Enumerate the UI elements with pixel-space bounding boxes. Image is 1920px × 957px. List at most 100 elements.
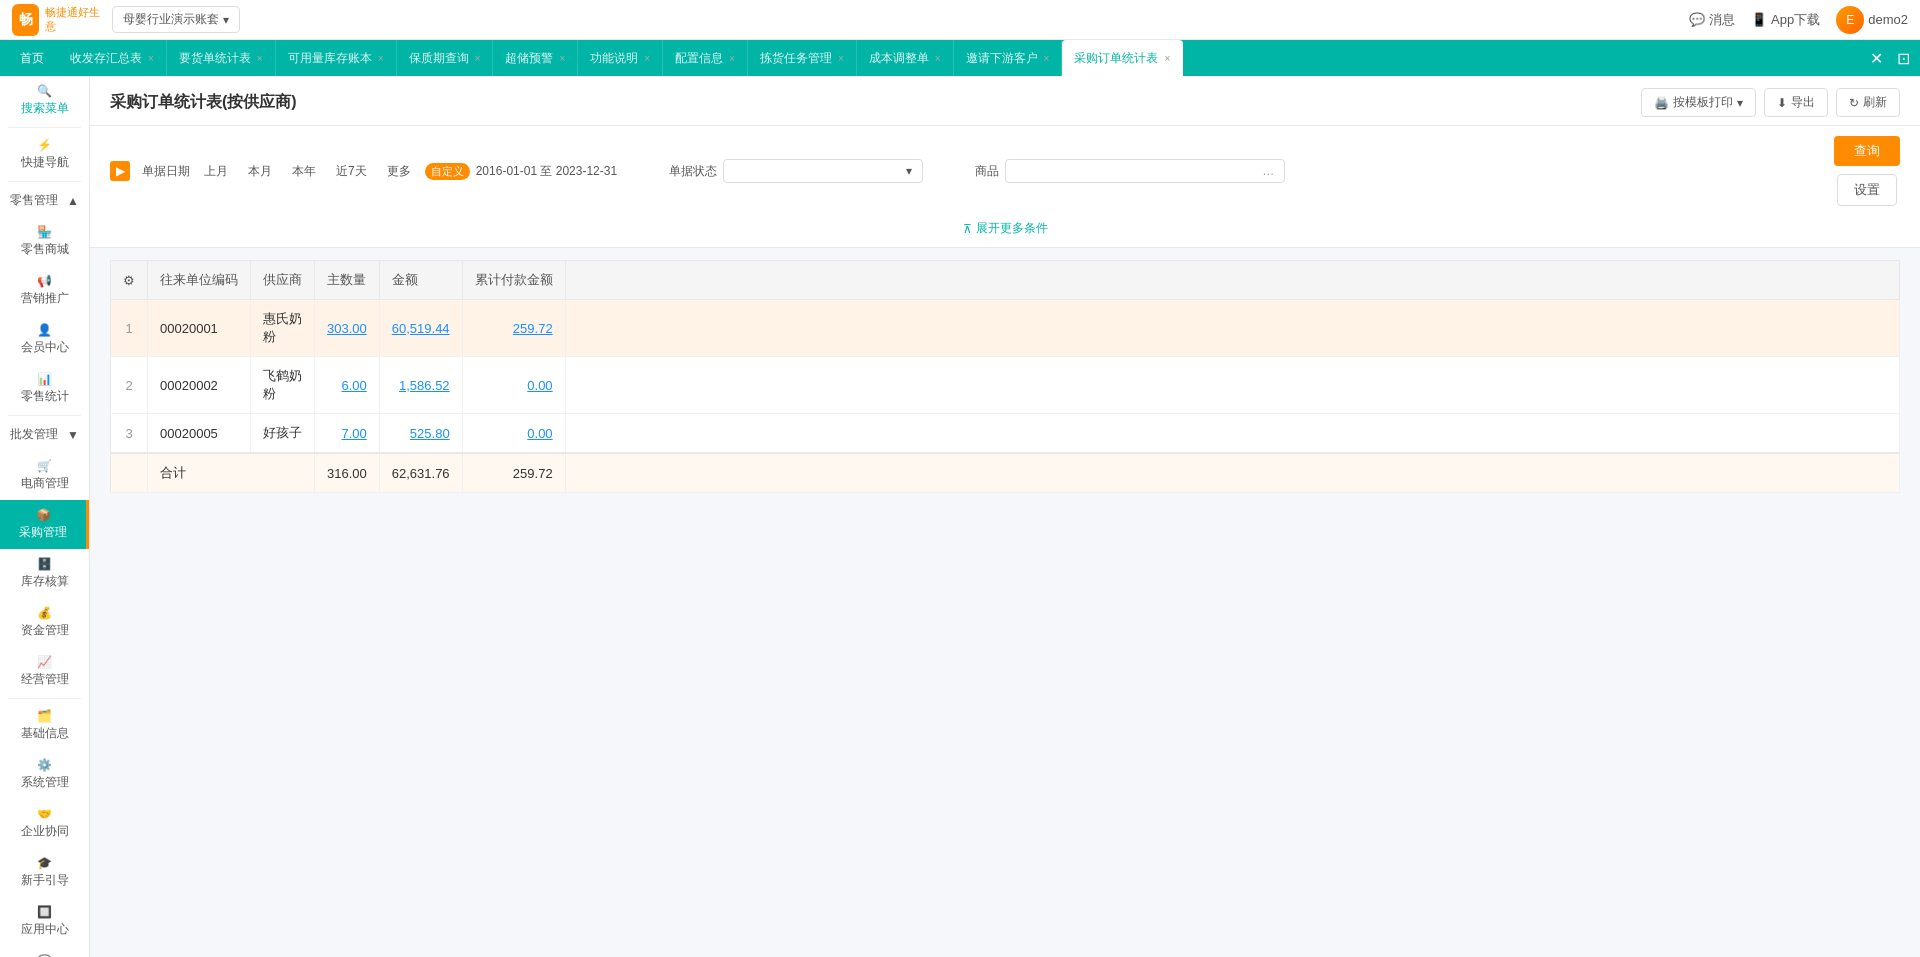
query-button[interactable]: 查询 [1834, 136, 1900, 166]
sidebar-item-purchase[interactable]: 📦 采购管理 [0, 500, 89, 549]
sidebar-item-base-info[interactable]: 🗂️ 基础信息 [0, 701, 89, 750]
sidebar-item-retail-stats[interactable]: 📊 零售统计 [0, 364, 89, 413]
row-code: 00020005 [148, 414, 251, 454]
close-icon[interactable]: × [378, 53, 384, 64]
print-button[interactable]: 🖨️ 按模板打印 ▾ [1641, 88, 1756, 117]
ecommerce-icon: 🛒 [37, 459, 52, 473]
tab-收发存汇总表[interactable]: 收发存汇总表 × [58, 40, 167, 76]
sidebar-item-search[interactable]: 🔍 搜索菜单 [0, 76, 89, 125]
app-download-label: App下载 [1771, 11, 1820, 29]
tab-成本调整单[interactable]: 成本调整单 × [857, 40, 954, 76]
tab-close-all-icon[interactable]: ✕ [1866, 49, 1887, 68]
th-amount: 金额 [379, 261, 462, 300]
phone-icon: 📱 [1751, 12, 1767, 27]
close-icon[interactable]: × [257, 53, 263, 64]
sidebar-item-guide[interactable]: 🎓 新手引导 [0, 848, 89, 897]
tab-配置信息[interactable]: 配置信息 × [663, 40, 748, 76]
filter-row-1: ▶ 单据日期 上月 本月 本年 近7天 更多 自定义 2016-01-01 至 … [110, 136, 1900, 206]
sidebar-item-member[interactable]: 👤 会员中心 [0, 315, 89, 364]
goods-input[interactable]: … [1005, 159, 1285, 183]
footer-qty: 316.00 [315, 453, 380, 493]
sidebar-item-marketing[interactable]: 📢 营销推广 [0, 266, 89, 315]
tab-expand-icon[interactable]: ⊡ [1893, 49, 1914, 68]
date-shortcuts: 上月 本月 本年 近7天 更多 [196, 161, 419, 182]
finance-icon: 💰 [37, 606, 52, 620]
tab-邀请下游客户[interactable]: 邀请下游客户 × [954, 40, 1063, 76]
filter-area: ▶ 单据日期 上月 本月 本年 近7天 更多 自定义 2016-01-01 至 … [90, 126, 1920, 248]
sidebar-item-operations[interactable]: 📈 经营管理 [0, 647, 89, 696]
shortcut-more[interactable]: 更多 [379, 161, 419, 182]
member-icon: 👤 [37, 323, 52, 337]
expand-more-button[interactable]: ⊼ 展开更多条件 [963, 220, 1048, 237]
sidebar-item-wholesale[interactable]: 批发管理 ▼ [0, 418, 89, 451]
export-button[interactable]: ⬇ 导出 [1764, 88, 1828, 117]
row-paid[interactable]: 259.72 [462, 300, 565, 357]
sidebar-item-system[interactable]: ⚙️ 系统管理 [0, 750, 89, 799]
table-row[interactable]: 2 00020002 飞鹤奶粉 6.00 1,586.52 0.00 [111, 357, 1900, 414]
message-button[interactable]: 💬 消息 [1689, 11, 1735, 29]
filter-expand-arrow[interactable]: ▶ [110, 161, 130, 181]
row-amount[interactable]: 525.80 [379, 414, 462, 454]
sidebar-divider-2 [8, 181, 81, 182]
tab-要货单统计表[interactable]: 要货单统计表 × [167, 40, 276, 76]
row-qty[interactable]: 303.00 [315, 300, 380, 357]
marketing-icon: 📢 [37, 274, 52, 288]
table-footer-row: 合计 316.00 62,631.76 259.72 [111, 453, 1900, 493]
tab-采购订单统计表[interactable]: 采购订单统计表 × [1062, 40, 1183, 76]
inventory-icon: 🗄️ [37, 557, 52, 571]
tab-可用量库存账本[interactable]: 可用量库存账本 × [276, 40, 397, 76]
sidebar-item-ecommerce[interactable]: 🛒 电商管理 [0, 451, 89, 500]
shortcut-last-month[interactable]: 上月 [196, 161, 236, 182]
sidebar-item-quick-nav[interactable]: ⚡ 快捷导航 [0, 130, 89, 179]
row-amount[interactable]: 60,519.44 [379, 300, 462, 357]
main-layout: 🔍 搜索菜单 ⚡ 快捷导航 零售管理 ▲ 🏪 零售商城 📢 营销推广 👤 会员中… [0, 76, 1920, 957]
shortcut-this-year[interactable]: 本年 [284, 161, 324, 182]
sidebar-item-finance[interactable]: 💰 资金管理 [0, 598, 89, 647]
logo-text: 畅捷通好生意 [45, 6, 102, 32]
avatar: E [1836, 6, 1864, 34]
logo-abbr: 畅 [19, 11, 33, 29]
close-icon[interactable]: × [838, 53, 844, 64]
row-code: 00020002 [148, 357, 251, 414]
refresh-button[interactable]: ↻ 刷新 [1836, 88, 1900, 117]
gear-icon[interactable]: ⚙ [123, 273, 135, 288]
close-icon[interactable]: × [935, 53, 941, 64]
tab-功能说明[interactable]: 功能说明 × [578, 40, 663, 76]
settings-button[interactable]: 设置 [1837, 174, 1897, 206]
sidebar-item-retail-shop[interactable]: 🏪 零售商城 [0, 217, 89, 266]
sidebar-item-appcenter[interactable]: 🔲 应用中心 [0, 897, 89, 946]
sidebar-item-collab[interactable]: 🤝 企业协同 [0, 799, 89, 848]
logo-area: 畅 畅捷通好生意 [12, 4, 102, 36]
row-qty[interactable]: 7.00 [315, 414, 380, 454]
app-download-button[interactable]: 📱 App下载 [1751, 11, 1820, 29]
user-profile[interactable]: E demo2 [1836, 6, 1908, 34]
table-row[interactable]: 1 00020001 惠氏奶粉 303.00 60,519.44 259.72 [111, 300, 1900, 357]
table-row[interactable]: 3 00020005 好孩子 7.00 525.80 0.00 [111, 414, 1900, 454]
row-qty[interactable]: 6.00 [315, 357, 380, 414]
close-icon[interactable]: × [644, 53, 650, 64]
tab-超储预警[interactable]: 超储预警 × [493, 40, 578, 76]
shortcut-7days[interactable]: 近7天 [328, 161, 375, 182]
close-icon[interactable]: × [729, 53, 735, 64]
close-icon[interactable]: × [475, 53, 481, 64]
tab-保质期查询[interactable]: 保质期查询 × [397, 40, 494, 76]
close-icon[interactable]: × [148, 53, 154, 64]
row-paid[interactable]: 0.00 [462, 357, 565, 414]
footer-amount: 62,631.76 [379, 453, 462, 493]
sidebar-item-retail-mgmt[interactable]: 零售管理 ▲ [0, 184, 89, 217]
date-range: 2016-01-01 至 2023-12-31 [476, 163, 617, 180]
tab-拣货任务管理[interactable]: 拣货任务管理 × [748, 40, 857, 76]
close-icon[interactable]: × [1164, 53, 1170, 64]
workspace-selector[interactable]: 母婴行业演示账套 ▾ [112, 6, 240, 33]
row-paid[interactable]: 0.00 [462, 414, 565, 454]
close-icon[interactable]: × [559, 53, 565, 64]
status-select[interactable]: ▾ [723, 159, 923, 183]
tab-home[interactable]: 首页 [6, 40, 58, 76]
close-icon[interactable]: × [1044, 53, 1050, 64]
export-icon: ⬇ [1777, 96, 1787, 110]
sidebar-item-wechat[interactable]: 💬 企业微信 [0, 946, 89, 957]
row-amount[interactable]: 1,586.52 [379, 357, 462, 414]
sidebar-divider-3 [8, 415, 81, 416]
sidebar-item-inventory[interactable]: 🗄️ 库存核算 [0, 549, 89, 598]
shortcut-this-month[interactable]: 本月 [240, 161, 280, 182]
